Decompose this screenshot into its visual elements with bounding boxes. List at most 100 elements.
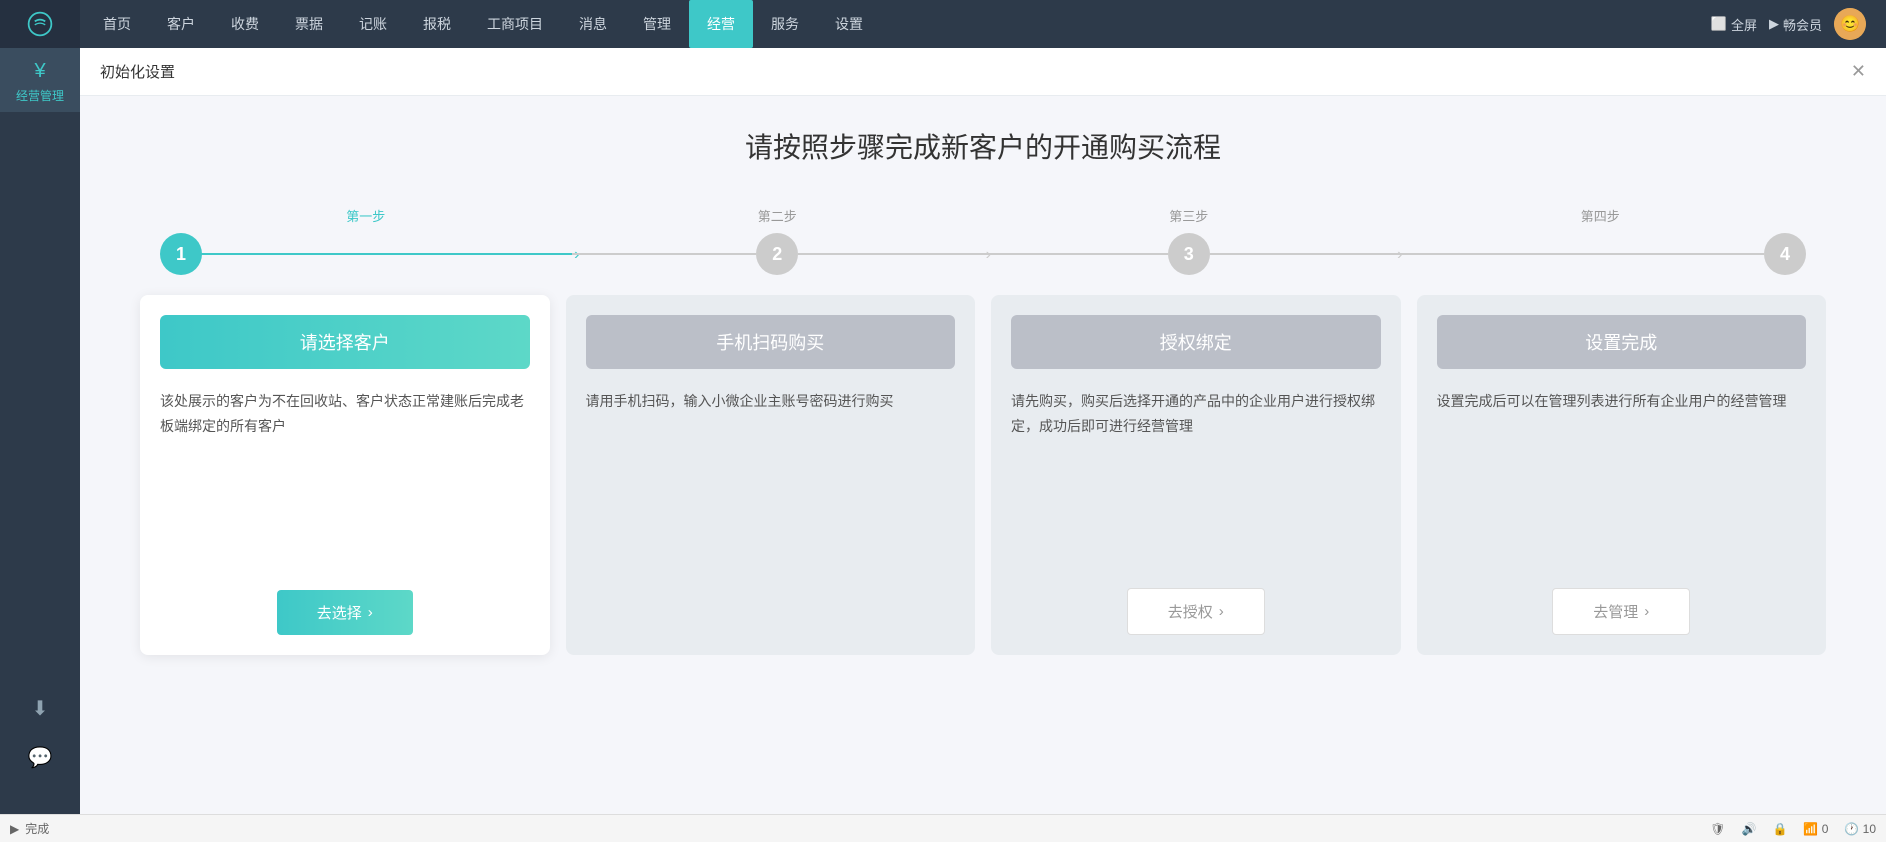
step-4-wrapper: 第四步 4 [1395, 206, 1807, 275]
user-avatar[interactable]: 😊 [1834, 8, 1866, 40]
go-manage-arrow: › [1644, 603, 1649, 620]
step-4-label: 第四步 [1581, 206, 1620, 225]
step-1-wrapper: 第一步 1 › [160, 206, 572, 275]
card-2-text: 请用手机扫码，输入小微企业主账号密码进行购买 [586, 393, 894, 409]
nav-item-首页[interactable]: 首页 [85, 0, 149, 48]
nav-item-经营[interactable]: 经营 [689, 0, 753, 48]
sidebar-download[interactable]: ⬇ [0, 684, 80, 733]
nav-item-工商项目[interactable]: 工商项目 [469, 0, 561, 48]
step-card-2: 手机扫码购买 请用手机扫码，输入小微企业主账号密码进行购买 [566, 295, 976, 655]
svg-text:😊: 😊 [1840, 15, 1860, 33]
go-authorize-button[interactable]: 去授权 › [1127, 588, 1265, 635]
nav-item-收费[interactable]: 收费 [213, 0, 277, 48]
step-2-circle-row: 2 › [572, 233, 984, 275]
step-3-label: 第三步 [1169, 206, 1208, 225]
nav-logo-icon [26, 10, 54, 38]
sidebar: ¥ 经营管理 ⬇ 💬 [0, 0, 80, 842]
arrow-1: › [574, 246, 579, 264]
card-4-header: 设置完成 [1437, 315, 1807, 369]
nav-item-报税[interactable]: 报税 [405, 0, 469, 48]
arrow-3: › [1397, 246, 1402, 264]
step-card-4: 设置完成 设置完成后可以在管理列表进行所有企业用户的经营管理 去管理 › [1417, 295, 1827, 655]
step-3-connector: › [1210, 253, 1395, 255]
status-right: 🛡 🔊 🔒 📶 0 🕐 10 [1710, 822, 1876, 836]
step-1-label: 第一步 [346, 206, 385, 225]
card-1-body: 该处展示的客户为不在回收站、客户状态正常建账后完成老板端绑定的所有客户 [160, 389, 530, 570]
support-icon: 💬 [28, 745, 53, 770]
step-2-pre-connector [572, 253, 757, 255]
status-text: 完成 [25, 820, 49, 837]
page-header: 初始化设置 ✕ [80, 48, 1886, 96]
wifi-status: 📶 0 [1803, 822, 1828, 836]
sidebar-item-management[interactable]: ¥ 经营管理 [0, 48, 80, 112]
status-left: ▶ 完成 [10, 820, 49, 837]
step-1-connector: › [200, 253, 572, 255]
main-area: 初始化设置 ✕ 请按照步骤完成新客户的开通购买流程 第一步 1 › 第二步 [80, 48, 1886, 814]
close-button[interactable]: ✕ [1851, 61, 1866, 82]
go-manage-label: 去管理 [1593, 601, 1638, 622]
step-4-pre-connector [1395, 253, 1765, 255]
volume-icon: 🔊 [1742, 822, 1757, 836]
fullscreen-btn[interactable]: ⬜ 全屏 [1711, 15, 1757, 34]
card-2-body: 请用手机扫码，输入小微企业主账号密码进行购买 [586, 389, 956, 615]
card-1-footer: 去选择 › [160, 590, 530, 635]
step-4-circle: 4 [1764, 233, 1806, 275]
step-3-wrapper: 第三步 3 › [983, 206, 1395, 275]
step-3-circle: 3 [1168, 233, 1210, 275]
member-btn[interactable]: ▶ 畅会员 [1769, 15, 1822, 34]
page-title: 初始化设置 [100, 61, 175, 82]
card-4-title: 设置完成 [1585, 333, 1657, 353]
top-nav: 首页客户收费票据记账报税工商项目消息管理经营服务设置 ⬜ 全屏 ▶ 畅会员 😊 [0, 0, 1886, 48]
card-4-body: 设置完成后可以在管理列表进行所有企业用户的经营管理 [1437, 389, 1807, 568]
sidebar-item-label: 经营管理 [16, 87, 64, 104]
go-authorize-label: 去授权 [1168, 601, 1213, 622]
card-3-body: 请先购买，购买后选择开通的产品中的企业用户进行授权绑定，成功后即可进行经营管理 [1011, 389, 1381, 568]
card-1-header: 请选择客户 [160, 315, 530, 369]
step-2-wrapper: 第二步 2 › [572, 206, 984, 275]
card-3-title: 授权绑定 [1160, 333, 1232, 353]
step-card-1: 请选择客户 该处展示的客户为不在回收站、客户状态正常建账后完成老板端绑定的所有客… [140, 295, 550, 655]
step-2-circle: 2 [756, 233, 798, 275]
step-3-pre-connector [983, 253, 1168, 255]
sidebar-support[interactable]: 💬 [0, 733, 80, 782]
content-main-title: 请按照步骤完成新客户的开通购买流程 [140, 126, 1826, 166]
nav-right: ⬜ 全屏 ▶ 畅会员 😊 [1711, 8, 1886, 40]
card-4-text: 设置完成后可以在管理列表进行所有企业用户的经营管理 [1437, 393, 1787, 409]
play-status-icon: ▶ [10, 822, 19, 836]
go-manage-button[interactable]: 去管理 › [1552, 588, 1690, 635]
nav-item-消息[interactable]: 消息 [561, 0, 625, 48]
arrow-2: › [986, 246, 991, 264]
nav-item-记账[interactable]: 记账 [341, 0, 405, 48]
step-2-label: 第二步 [758, 206, 797, 225]
shield-icon: 🛡 [1710, 822, 1725, 836]
nav-item-服务[interactable]: 服务 [753, 0, 817, 48]
nav-logo-area [0, 0, 80, 48]
content-area: 请按照步骤完成新客户的开通购买流程 第一步 1 › 第二步 2 [80, 96, 1886, 814]
cards-container: 请选择客户 该处展示的客户为不在回收站、客户状态正常建账后完成老板端绑定的所有客… [140, 295, 1826, 655]
nav-item-设置[interactable]: 设置 [817, 0, 881, 48]
go-select-arrow: › [368, 604, 373, 621]
card-2-title: 手机扫码购买 [716, 333, 824, 353]
step-2-connector: › [798, 253, 983, 255]
card-3-text: 请先购买，购买后选择开通的产品中的企业用户进行授权绑定，成功后即可进行经营管理 [1011, 393, 1375, 434]
nav-items: 首页客户收费票据记账报税工商项目消息管理经营服务设置 [85, 0, 881, 48]
card-1-title: 请选择客户 [300, 333, 390, 353]
step-4-circle-row: 4 [1395, 233, 1807, 275]
card-1-text: 该处展示的客户为不在回收站、客户状态正常建账后完成老板端绑定的所有客户 [160, 393, 524, 434]
avatar-img: 😊 [1834, 8, 1866, 40]
steps-flow: 第一步 1 › 第二步 2 › [140, 206, 1826, 295]
nav-item-客户[interactable]: 客户 [149, 0, 213, 48]
go-select-label: 去选择 [317, 602, 362, 623]
fullscreen-icon: ⬜ [1711, 16, 1727, 32]
play-icon: ▶ [1769, 16, 1779, 32]
download-icon: ⬇ [32, 696, 49, 721]
card-3-header: 授权绑定 [1011, 315, 1381, 369]
nav-item-票据[interactable]: 票据 [277, 0, 341, 48]
go-authorize-arrow: › [1219, 603, 1224, 620]
step-card-3: 授权绑定 请先购买，购买后选择开通的产品中的企业用户进行授权绑定，成功后即可进行… [991, 295, 1401, 655]
clock-status: 🕐 10 [1844, 822, 1876, 836]
step-3-circle-row: 3 › [983, 233, 1395, 275]
go-select-button[interactable]: 去选择 › [277, 590, 413, 635]
card-4-footer: 去管理 › [1437, 588, 1807, 635]
nav-item-管理[interactable]: 管理 [625, 0, 689, 48]
